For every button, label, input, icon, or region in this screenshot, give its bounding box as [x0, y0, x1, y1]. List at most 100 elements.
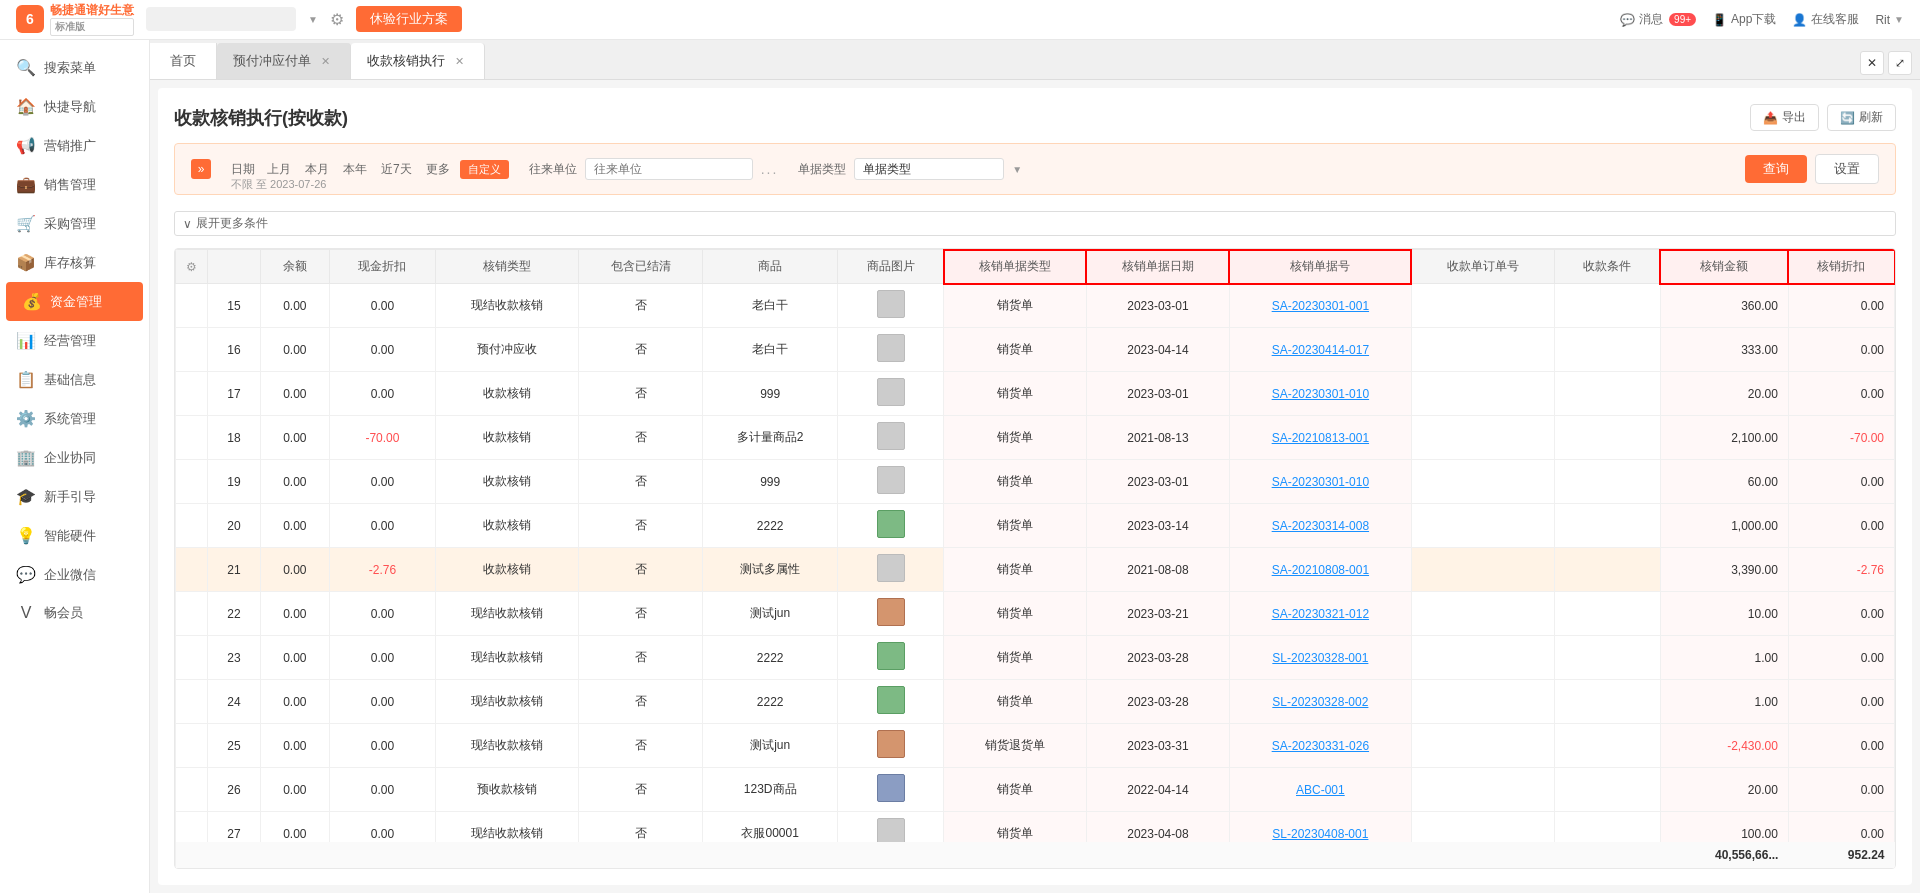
edition-tag: 标准版	[50, 18, 134, 36]
query-btn[interactable]: 查询	[1745, 155, 1807, 183]
wechat-icon: 💬	[16, 565, 36, 584]
table-container[interactable]: ⚙ 余额 现金折扣 核销类型 包含已结清 商品 商品图片 核销单据类型 核销单据…	[174, 248, 1896, 869]
system-icon: ⚙️	[16, 409, 36, 428]
cell-order-no	[1411, 592, 1554, 636]
cell-bill-no[interactable]: SA-20230301-010	[1229, 460, 1411, 504]
sidebar-item-newbie[interactable]: 🎓 新手引导	[0, 477, 149, 516]
col-bill-date: 核销单据日期	[1086, 250, 1229, 284]
cell-bill-no[interactable]: SA-20230301-001	[1229, 284, 1411, 328]
cell-settings[interactable]	[176, 680, 208, 724]
sidebar-item-marketing[interactable]: 📢 营销推广	[0, 126, 149, 165]
expand-conditions-btn[interactable]: ∨ 展开更多条件	[174, 211, 1896, 236]
cell-cancel-amount: 1.00	[1660, 680, 1788, 724]
cell-settings[interactable]	[176, 592, 208, 636]
sidebar-item-quick-nav[interactable]: 🏠 快捷导航	[0, 87, 149, 126]
tab-close-btn[interactable]: ✕	[1860, 51, 1884, 75]
cell-settings[interactable]	[176, 416, 208, 460]
cell-bill-no[interactable]: ABC-001	[1229, 768, 1411, 812]
footer-empty	[176, 841, 1661, 868]
date-opt-7days[interactable]: 近7天	[377, 159, 416, 180]
refresh-btn[interactable]: 🔄 刷新	[1827, 104, 1896, 131]
cell-settings[interactable]	[176, 460, 208, 504]
tab-home[interactable]: 首页	[150, 43, 217, 79]
date-opt-more[interactable]: 更多	[422, 159, 454, 180]
sidebar-item-newbie-label: 新手引导	[44, 488, 96, 506]
cell-cancel-discount: 0.00	[1788, 680, 1894, 724]
tab-receive[interactable]: 收款核销执行 ✕	[351, 43, 485, 79]
solution-btn[interactable]: 休验行业方案	[356, 6, 462, 32]
cell-pay-condition	[1554, 460, 1660, 504]
cell-bill-no[interactable]: SA-20230314-008	[1229, 504, 1411, 548]
export-btn[interactable]: 📤 导出	[1750, 104, 1819, 131]
cell-bill-no[interactable]: SL-20230328-001	[1229, 636, 1411, 680]
tab-prepay-close[interactable]: ✕	[317, 53, 334, 70]
cell-included: 否	[578, 460, 702, 504]
cell-settings[interactable]	[176, 284, 208, 328]
message-btn[interactable]: 💬 消息 99+	[1620, 11, 1696, 28]
cell-balance: 0.00	[260, 548, 329, 592]
sidebar-item-wechat[interactable]: 💬 企业微信	[0, 555, 149, 594]
cell-bill-no[interactable]: SA-20230414-017	[1229, 328, 1411, 372]
cell-bill-no[interactable]: SA-20230331-026	[1229, 724, 1411, 768]
cell-bill-no[interactable]: SL-20230328-002	[1229, 680, 1411, 724]
col-settings[interactable]: ⚙	[176, 250, 208, 284]
sidebar-item-hardware[interactable]: 💡 智能硬件	[0, 516, 149, 555]
partner-input[interactable]	[585, 158, 753, 180]
cell-settings[interactable]	[176, 328, 208, 372]
tab-expand-btn[interactable]: ⤢	[1888, 51, 1912, 75]
cell-cancel-amount: -2,430.00	[1660, 724, 1788, 768]
cell-settings[interactable]	[176, 636, 208, 680]
user-name-btn[interactable]: Rit ▼	[1875, 13, 1904, 27]
app-download-btn[interactable]: 📱 App下载	[1712, 11, 1776, 28]
sidebar-item-inventory[interactable]: 📦 库存核算	[0, 243, 149, 282]
cell-settings[interactable]	[176, 372, 208, 416]
sidebar-item-purchase[interactable]: 🛒 采购管理	[0, 204, 149, 243]
table-header-row: ⚙ 余额 现金折扣 核销类型 包含已结清 商品 商品图片 核销单据类型 核销单据…	[176, 250, 1895, 284]
app-icon: 📱	[1712, 13, 1727, 27]
cell-cancel-type: 收款核销	[435, 372, 578, 416]
tab-receive-close[interactable]: ✕	[451, 53, 468, 70]
bill-type-select[interactable]: 单据类型	[854, 158, 1004, 180]
online-service-btn[interactable]: 👤 在线客服	[1792, 11, 1859, 28]
settings-icon[interactable]: ⚙	[330, 10, 344, 29]
sidebar-item-corp[interactable]: 🏢 企业协同	[0, 438, 149, 477]
cell-bill-no[interactable]: SA-20230301-010	[1229, 372, 1411, 416]
sidebar-item-member[interactable]: V 畅会员	[0, 594, 149, 632]
dropdown-arrow[interactable]: ▼	[308, 14, 318, 25]
date-opt-this-year[interactable]: 本年	[339, 159, 371, 180]
cell-settings[interactable]	[176, 724, 208, 768]
tab-home-label: 首页	[170, 52, 196, 70]
cell-settings[interactable]	[176, 768, 208, 812]
cell-settings[interactable]	[176, 548, 208, 592]
sidebar-item-search[interactable]: 🔍 搜索菜单	[0, 48, 149, 87]
cell-cancel-amount: 20.00	[1660, 768, 1788, 812]
cell-order-no	[1411, 416, 1554, 460]
tab-bar-actions: ✕ ⤢	[1860, 51, 1912, 75]
cell-cash-discount: 0.00	[329, 592, 435, 636]
cell-cash-discount: -70.00	[329, 416, 435, 460]
sidebar-item-system[interactable]: ⚙️ 系统管理	[0, 399, 149, 438]
filter-settings-btn[interactable]: 设置	[1815, 154, 1879, 184]
cell-cancel-discount: 0.00	[1788, 284, 1894, 328]
message-badge: 99+	[1669, 13, 1696, 26]
sidebar-item-basic[interactable]: 📋 基础信息	[0, 360, 149, 399]
tab-prepay[interactable]: 预付冲应付单 ✕	[217, 43, 351, 79]
main-table: ⚙ 余额 现金折扣 核销类型 包含已结清 商品 商品图片 核销单据类型 核销单据…	[175, 249, 1895, 869]
cell-included: 否	[578, 372, 702, 416]
top-bar-left: 6 畅捷通谱好生意 标准版 ▼ ⚙ 休验行业方案	[16, 3, 462, 35]
orange-arrow-btn[interactable]: »	[191, 159, 211, 179]
tab-prepay-label: 预付冲应付单	[233, 52, 311, 70]
cell-bill-no[interactable]: SA-20210813-001	[1229, 416, 1411, 460]
custom-date-btn[interactable]: 自定义	[460, 160, 509, 179]
sidebar-item-finance[interactable]: 💰 资金管理	[6, 282, 143, 321]
cell-bill-no[interactable]: SA-20230321-012	[1229, 592, 1411, 636]
sidebar-item-sales[interactable]: 💼 销售管理	[0, 165, 149, 204]
cell-bill-type: 销货单	[944, 548, 1087, 592]
search-box[interactable]	[146, 7, 296, 31]
cell-bill-no[interactable]: SA-20210808-001	[1229, 548, 1411, 592]
cell-settings[interactable]	[176, 504, 208, 548]
refresh-label: 刷新	[1859, 109, 1883, 126]
cell-bill-type: 销货单	[944, 768, 1087, 812]
sidebar-item-business[interactable]: 📊 经营管理	[0, 321, 149, 360]
cell-cash-discount: 0.00	[329, 328, 435, 372]
